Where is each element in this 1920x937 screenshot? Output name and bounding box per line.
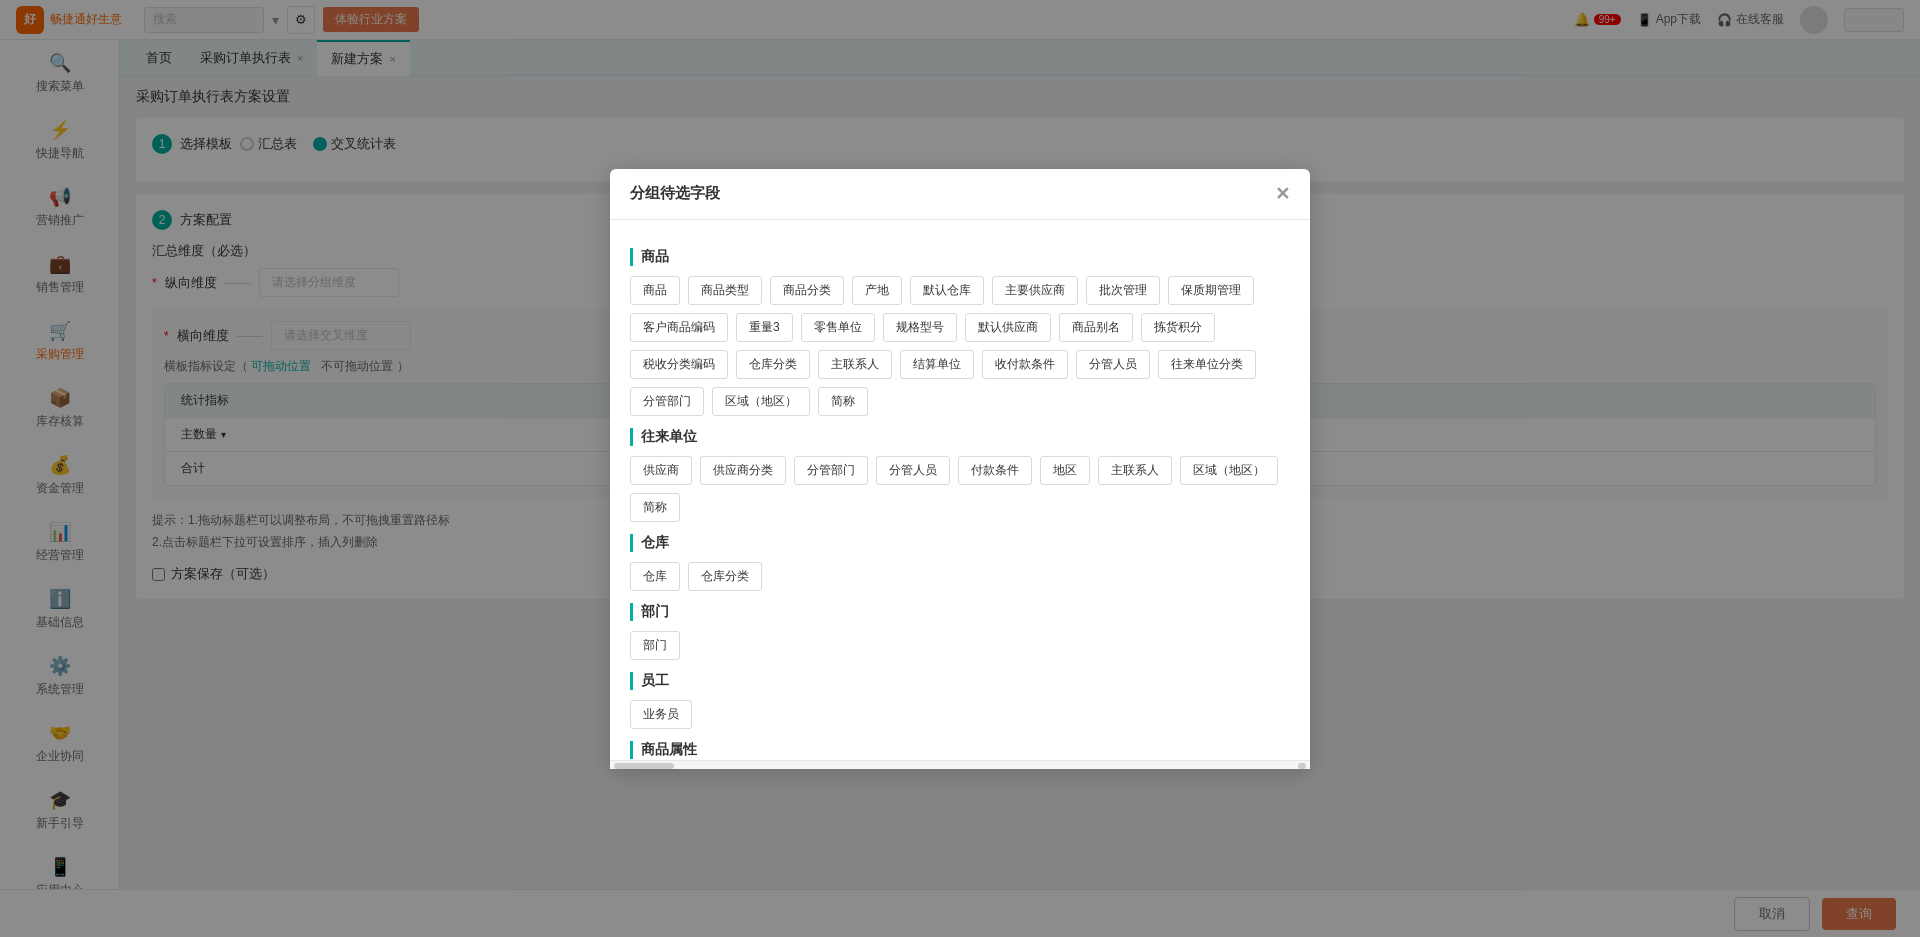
- hscroll-right-thumb: [1298, 763, 1306, 769]
- modal-title: 分组待选字段: [630, 184, 720, 203]
- field-tag[interactable]: 分管部门: [630, 387, 704, 416]
- section-title-counterpart: 往来单位: [630, 428, 1290, 446]
- field-tags-staff: 业务员: [630, 700, 1290, 729]
- field-tag[interactable]: 保质期管理: [1168, 276, 1254, 305]
- field-tag[interactable]: 商品: [630, 276, 680, 305]
- field-tag[interactable]: 规格型号: [883, 313, 957, 342]
- field-tag[interactable]: 仓库: [630, 562, 680, 591]
- section-title-warehouse: 仓库: [630, 534, 1290, 552]
- modal-overlay: 分组待选字段 ✕ 商品 商品 商品类型 商品分类 产地 默认仓库 主要供应商 批…: [0, 0, 1920, 937]
- field-tag[interactable]: 主要供应商: [992, 276, 1078, 305]
- field-tags-dept: 部门: [630, 631, 1290, 660]
- field-select-modal: 分组待选字段 ✕ 商品 商品 商品类型 商品分类 产地 默认仓库 主要供应商 批…: [610, 169, 1310, 769]
- field-tag[interactable]: 商品别名: [1059, 313, 1133, 342]
- field-tag[interactable]: 客户商品编码: [630, 313, 728, 342]
- field-tag[interactable]: 零售单位: [801, 313, 875, 342]
- section-title-staff: 员工: [630, 672, 1290, 690]
- field-tag[interactable]: 分管人员: [876, 456, 950, 485]
- modal-header: 分组待选字段 ✕: [610, 169, 1310, 220]
- field-tag[interactable]: 供应商: [630, 456, 692, 485]
- field-tag[interactable]: 仓库分类: [736, 350, 810, 379]
- modal-close-btn[interactable]: ✕: [1275, 183, 1290, 205]
- field-tag[interactable]: 批次管理: [1086, 276, 1160, 305]
- field-tag[interactable]: 往来单位分类: [1158, 350, 1256, 379]
- field-tag[interactable]: 部门: [630, 631, 680, 660]
- field-tag[interactable]: 地区: [1040, 456, 1090, 485]
- modal-hscroll[interactable]: [610, 760, 1310, 769]
- field-tag[interactable]: 产地: [852, 276, 902, 305]
- hscroll-thumb: [614, 763, 674, 769]
- field-tags-warehouse: 仓库 仓库分类: [630, 562, 1290, 591]
- field-tag[interactable]: 默认供应商: [965, 313, 1051, 342]
- field-tag[interactable]: 收付款条件: [982, 350, 1068, 379]
- field-tag[interactable]: 简称: [630, 493, 680, 522]
- field-tag[interactable]: 业务员: [630, 700, 692, 729]
- field-tags-counterpart: 供应商 供应商分类 分管部门 分管人员 付款条件 地区 主联系人 区域（地区） …: [630, 456, 1290, 522]
- field-tag[interactable]: 主联系人: [818, 350, 892, 379]
- field-tag[interactable]: 分管部门: [794, 456, 868, 485]
- field-tag[interactable]: 供应商分类: [700, 456, 786, 485]
- field-tag[interactable]: 拣货积分: [1141, 313, 1215, 342]
- field-tag[interactable]: 主联系人: [1098, 456, 1172, 485]
- field-tag[interactable]: 重量3: [736, 313, 793, 342]
- field-tags-goods: 商品 商品类型 商品分类 产地 默认仓库 主要供应商 批次管理 保质期管理 客户…: [630, 276, 1290, 416]
- section-title-dept: 部门: [630, 603, 1290, 621]
- field-tag[interactable]: 商品分类: [770, 276, 844, 305]
- field-tag[interactable]: 商品类型: [688, 276, 762, 305]
- field-tag[interactable]: 默认仓库: [910, 276, 984, 305]
- field-tag[interactable]: 区域（地区）: [1180, 456, 1278, 485]
- field-tag[interactable]: 仓库分类: [688, 562, 762, 591]
- field-tag[interactable]: 税收分类编码: [630, 350, 728, 379]
- field-tag[interactable]: 区域（地区）: [712, 387, 810, 416]
- field-tag[interactable]: 简称: [818, 387, 868, 416]
- field-tag[interactable]: 付款条件: [958, 456, 1032, 485]
- section-title-attrs: 商品属性: [630, 741, 1290, 759]
- field-tag[interactable]: 分管人员: [1076, 350, 1150, 379]
- modal-body: 商品 商品 商品类型 商品分类 产地 默认仓库 主要供应商 批次管理 保质期管理…: [610, 220, 1310, 760]
- field-tag[interactable]: 结算单位: [900, 350, 974, 379]
- section-title-goods: 商品: [630, 248, 1290, 266]
